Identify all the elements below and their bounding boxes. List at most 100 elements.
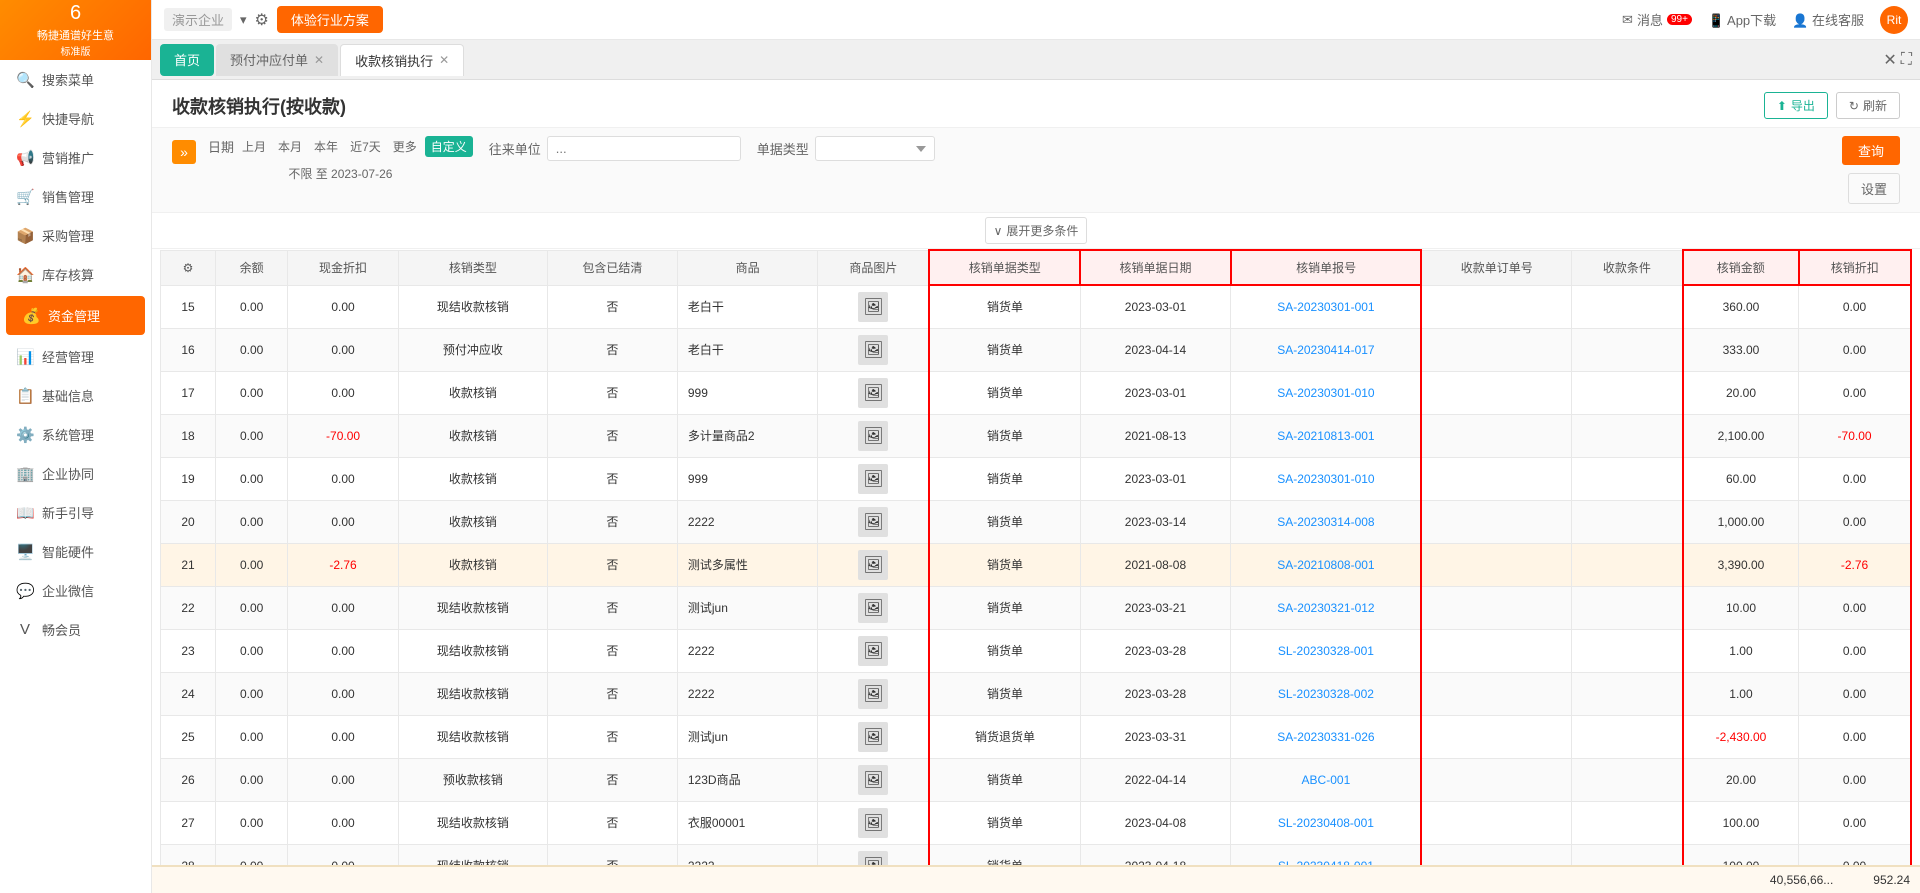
sidebar-label-inventory: 库存核算 [42, 265, 94, 284]
sidebar-item-inventory[interactable]: 🏠库存核算 [0, 255, 151, 294]
voucher-bill-link[interactable]: SA-20230301-010 [1277, 472, 1374, 486]
sidebar-item-member[interactable]: V畅会员 [0, 610, 151, 649]
cell-voucher-bill-no[interactable]: SA-20230331-026 [1231, 715, 1422, 758]
tab-prepay[interactable]: 预付冲应付单 ✕ [216, 44, 338, 76]
sidebar-item-search[interactable]: 🔍搜索菜单 [0, 60, 151, 99]
sidebar-label-guide: 新手引导 [42, 503, 94, 522]
cell-voucher-bill-no[interactable]: SA-20230301-010 [1231, 457, 1422, 500]
cell-voucher-bill-no[interactable]: SA-20210813-001 [1231, 414, 1422, 457]
voucher-bill-link[interactable]: SL-20230328-002 [1278, 687, 1374, 701]
system-icon: ⚙️ [16, 426, 34, 444]
date-7-days[interactable]: 近7天 [346, 136, 385, 157]
tab-verify[interactable]: 收款核销执行 ✕ [340, 44, 464, 76]
sidebar-item-purchase[interactable]: 📦采购管理 [0, 216, 151, 255]
cell-cash-discount: 0.00 [288, 672, 399, 715]
cell-include-settled: 否 [548, 586, 678, 629]
sidebar-item-hardware[interactable]: 🖥️智能硬件 [0, 532, 151, 571]
tab-prepay-close[interactable]: ✕ [314, 53, 324, 67]
tab-close-all-button[interactable]: ✕ [1883, 50, 1896, 70]
sidebar-label-operations: 经营管理 [42, 347, 94, 366]
cell-voucher-bill-no[interactable]: SA-20230314-008 [1231, 500, 1422, 543]
sidebar-item-system[interactable]: ⚙️系统管理 [0, 415, 151, 454]
cell-voucher-bill-date: 2023-03-28 [1080, 672, 1231, 715]
page-actions: ⬆ 导出 ↻ 刷新 [1764, 92, 1900, 119]
voucher-bill-link[interactable]: SL-20230328-001 [1278, 644, 1374, 658]
cell-verify-amount: 1.00 [1683, 672, 1799, 715]
date-more[interactable]: 更多 [389, 136, 421, 157]
online-service[interactable]: 👤 在线客服 [1792, 10, 1864, 29]
tab-verify-close[interactable]: ✕ [439, 53, 449, 67]
export-button[interactable]: ⬆ 导出 [1764, 92, 1828, 119]
sidebar-item-corp[interactable]: 🏢企业协同 [0, 454, 151, 493]
voucher-bill-link[interactable]: SA-20230301-001 [1277, 300, 1374, 314]
sidebar-item-operations[interactable]: 📊经营管理 [0, 337, 151, 376]
expand-more-button[interactable]: ∨ 展开更多条件 [985, 217, 1088, 244]
voucher-bill-link[interactable]: SA-20230321-012 [1277, 601, 1374, 615]
app-download[interactable]: 📱 App下载 [1708, 10, 1776, 29]
cell-goods-img: 🖼 [818, 844, 929, 865]
voucher-bill-link[interactable]: SA-20210813-001 [1277, 429, 1374, 443]
voucher-bill-link[interactable]: SA-20230331-026 [1277, 730, 1374, 744]
filter-toggle-button[interactable]: » [172, 140, 196, 164]
sidebar-item-sales[interactable]: 🛒销售管理 [0, 177, 151, 216]
cell-voucher-bill-no[interactable]: SA-20230321-012 [1231, 586, 1422, 629]
cell-voucher-bill-no[interactable]: SL-20230328-002 [1231, 672, 1422, 715]
finance-icon: 💰 [22, 307, 40, 325]
sidebar-item-marketing[interactable]: 📢营销推广 [0, 138, 151, 177]
sidebar-item-wechat[interactable]: 💬企业微信 [0, 571, 151, 610]
query-button[interactable]: 查询 [1842, 136, 1900, 165]
user-avatar[interactable]: Rit [1880, 6, 1908, 34]
cell-goods: 衣服00001 [677, 801, 818, 844]
partner-input[interactable] [547, 136, 741, 161]
sidebar-item-basic[interactable]: 📋基础信息 [0, 376, 151, 415]
cell-voucher-bill-no[interactable]: ABC-001 [1231, 758, 1422, 801]
voucher-bill-link[interactable]: SA-20210808-001 [1277, 558, 1374, 572]
voucher-bill-link[interactable]: SA-20230301-010 [1277, 386, 1374, 400]
cell-voucher-bill-no[interactable]: SL-20230408-001 [1231, 801, 1422, 844]
cell-include-settled: 否 [548, 285, 678, 328]
dropdown-arrow-icon[interactable]: ▾ [240, 12, 247, 28]
trial-button[interactable]: 体验行业方案 [277, 6, 383, 33]
sidebar-item-guide[interactable]: 📖新手引导 [0, 493, 151, 532]
voucher-type-select[interactable] [815, 136, 935, 161]
gear-icon[interactable]: ⚙ [255, 10, 269, 30]
date-custom[interactable]: 自定义 [425, 136, 473, 157]
refresh-button[interactable]: ↻ 刷新 [1836, 92, 1900, 119]
date-this-year[interactable]: 本年 [310, 136, 342, 157]
cell-voucher-bill-date: 2023-04-18 [1080, 844, 1231, 865]
voucher-bill-link[interactable]: SA-20230414-017 [1277, 343, 1374, 357]
cell-voucher-bill-no[interactable]: SA-20230414-017 [1231, 328, 1422, 371]
cell-voucher-bill-no[interactable]: SA-20230301-001 [1231, 285, 1422, 328]
cell-voucher-bill-date: 2021-08-13 [1080, 414, 1231, 457]
cell-verify-amount: 100.00 [1683, 844, 1799, 865]
col-verify-discount: 核销折扣 [1799, 250, 1911, 285]
filter-fields: 日期 上月 本月 本年 近7天 更多 自定义 不限 至 2023-07-26 往… [208, 136, 1900, 204]
sidebar-item-finance[interactable]: 💰资金管理 [6, 296, 145, 335]
cell-balance: 0.00 [216, 328, 288, 371]
purchase-icon: 📦 [16, 227, 34, 245]
cell-goods-img: 🖼 [818, 586, 929, 629]
voucher-bill-link[interactable]: ABC-001 [1302, 773, 1351, 787]
table-row: 19 0.00 0.00 收款核销 否 999 🖼 销货单 2023-03-01… [161, 457, 1912, 500]
cell-include-settled: 否 [548, 371, 678, 414]
cell-receipt-condition [1571, 715, 1682, 758]
tab-maximize-button[interactable]: ⛶ [1901, 51, 1912, 69]
voucher-bill-link[interactable]: SL-20230408-001 [1278, 816, 1374, 830]
message-badge[interactable]: ✉ 消息 99+ [1622, 10, 1692, 29]
date-this-month[interactable]: 本月 [274, 136, 306, 157]
page-header: 收款核销执行(按收款) ⬆ 导出 ↻ 刷新 [152, 80, 1920, 128]
member-icon: V [16, 621, 34, 638]
cell-verify-discount: 0.00 [1799, 500, 1911, 543]
cell-voucher-bill-no[interactable]: SA-20210808-001 [1231, 543, 1422, 586]
col-settings[interactable]: ⚙ [161, 250, 216, 285]
cell-voucher-bill-no[interactable]: SL-20230418-001 [1231, 844, 1422, 865]
tab-home[interactable]: 首页 [160, 44, 214, 76]
settings-button[interactable]: 设置 [1848, 173, 1900, 204]
sidebar-item-quick-nav[interactable]: ⚡快捷导航 [0, 99, 151, 138]
cell-goods-img: 🖼 [818, 672, 929, 715]
voucher-bill-link[interactable]: SA-20230314-008 [1277, 515, 1374, 529]
cell-voucher-bill-no[interactable]: SA-20230301-010 [1231, 371, 1422, 414]
cell-balance: 0.00 [216, 758, 288, 801]
date-last-month[interactable]: 上月 [238, 136, 270, 157]
cell-voucher-bill-no[interactable]: SL-20230328-001 [1231, 629, 1422, 672]
